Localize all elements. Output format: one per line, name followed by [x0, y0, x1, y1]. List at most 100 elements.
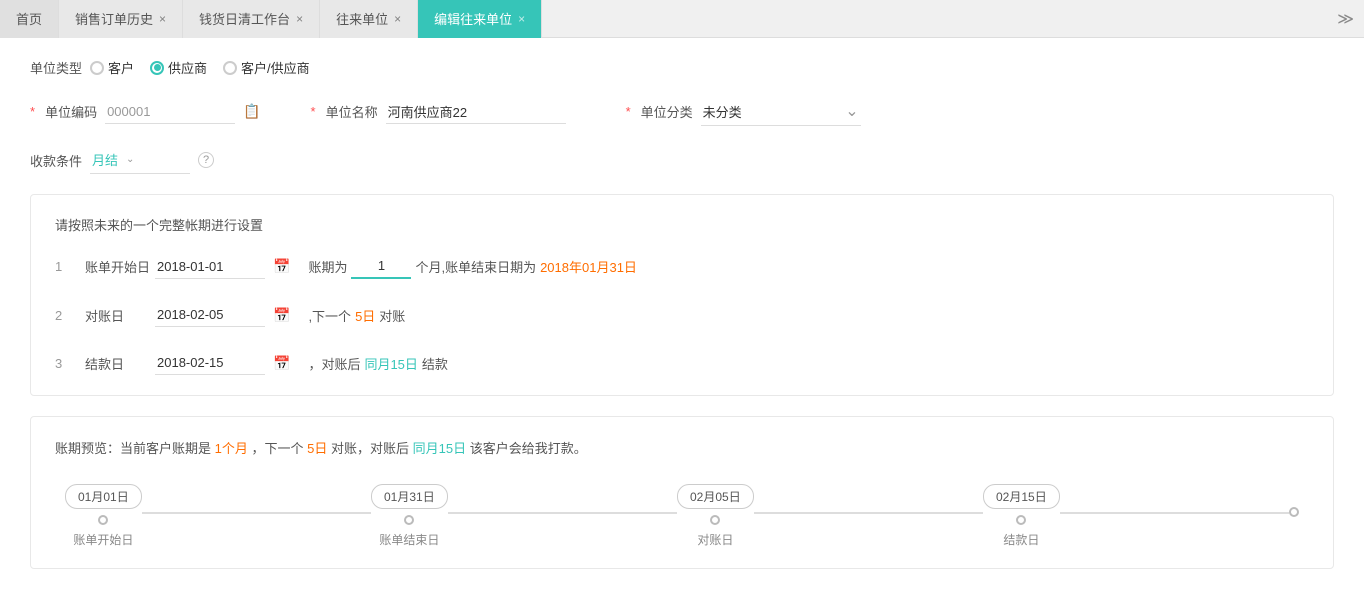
- payment-terms-arrow: ⌄: [126, 154, 134, 165]
- row-3-label: 结款日: [85, 354, 155, 373]
- settings-row-2: 2 对账日 📅 ,下一个 5日 对账: [55, 303, 1309, 327]
- unit-type-field: 单位类型 客户 供应商 客户/供应商: [30, 58, 310, 77]
- row-3-date-input[interactable]: [155, 351, 265, 375]
- tab-edit-partner-label: 编辑往来单位: [434, 9, 512, 28]
- period-input[interactable]: [351, 254, 411, 279]
- payment-terms-value: 月结: [92, 150, 118, 169]
- row-3-description: ，对账后 同月15日 结款: [308, 354, 448, 373]
- unit-category-label: 单位分类: [641, 102, 693, 121]
- unit-category-chevron: ⌄: [845, 101, 858, 121]
- preview-section: 账期预览：当前客户账期是 1个月 ，下一个 5日 对账，对账后 同月15日 该客…: [30, 416, 1334, 569]
- preview-highlight1: 1个月: [215, 441, 248, 456]
- timeline-node-3: 02月05日 对账日: [677, 484, 754, 548]
- row-1-desc-prefix: 账期为: [308, 257, 347, 276]
- timeline-line-end: [1060, 512, 1289, 514]
- tab-home[interactable]: 首页: [0, 0, 59, 38]
- payment-terms-label: 收款条件: [30, 151, 82, 170]
- row-1-label: 账单开始日: [85, 257, 155, 276]
- row-2-date-input[interactable]: [155, 303, 265, 327]
- timeline-line-1: [142, 512, 371, 514]
- timeline-label-4: 结款日: [1003, 531, 1039, 548]
- row-3-calendar-icon[interactable]: 📅: [273, 355, 290, 372]
- row-1-calendar-icon[interactable]: 📅: [273, 258, 290, 275]
- unit-name-input[interactable]: [386, 100, 566, 124]
- tab-sales-history[interactable]: 销售订单历史 ×: [59, 0, 183, 38]
- timeline-node-2: 01月31日 账单结束日: [371, 484, 448, 548]
- tab-cash-work-close[interactable]: ×: [296, 12, 303, 26]
- row-3-desc-prefix: ，对账后: [308, 354, 360, 373]
- timeline-badge-1: 01月01日: [65, 484, 142, 509]
- radio-customer[interactable]: 客户: [90, 58, 134, 77]
- row-2-highlight: 5日: [355, 306, 375, 325]
- help-icon[interactable]: ?: [198, 152, 214, 168]
- timeline-line-3: [754, 512, 983, 514]
- unit-code-icon[interactable]: 📋: [243, 103, 260, 120]
- radio-customer-circle: [90, 61, 104, 75]
- row-3-highlight: 同月15日: [364, 354, 417, 373]
- tab-home-label: 首页: [16, 9, 42, 28]
- tab-sales-history-close[interactable]: ×: [159, 12, 166, 26]
- timeline-line-2: [448, 512, 677, 514]
- radio-supplier[interactable]: 供应商: [150, 58, 207, 77]
- unit-type-label: 单位类型: [30, 58, 82, 77]
- unit-category-select[interactable]: 未分类 ⌄: [701, 97, 861, 126]
- radio-supplier-label: 供应商: [168, 58, 207, 77]
- main-content: 单位类型 客户 供应商 客户/供应商 * 单位编码: [0, 38, 1364, 608]
- payment-terms-select[interactable]: 月结 ⌄: [90, 146, 190, 174]
- timeline-node-4: 02月15日 结款日: [983, 484, 1060, 548]
- timeline-end-dot: [1289, 507, 1299, 517]
- preview-middle1: ，下一个: [252, 441, 304, 456]
- row-1-description: 账期为 个月,账单结束日期为 2018年01月31日: [308, 254, 636, 279]
- unit-code-field: * 单位编码 📋: [30, 100, 261, 124]
- tab-edit-partner-close[interactable]: ×: [518, 12, 525, 26]
- row-1-date-input[interactable]: [155, 255, 265, 279]
- preview-prefix: 账期预览：当前客户账期是: [55, 441, 211, 456]
- unit-info-row: * 单位编码 📋 * 单位名称 * 单位分类 未分类 ⌄: [30, 97, 1334, 126]
- timeline-badge-3: 02月05日: [677, 484, 754, 509]
- radio-group: 客户 供应商 客户/供应商: [90, 58, 310, 77]
- preview-middle2: 对账，对账后: [331, 441, 409, 456]
- expand-button[interactable]: ≫: [1327, 0, 1364, 38]
- radio-both-circle: [223, 61, 237, 75]
- unit-type-row: 单位类型 客户 供应商 客户/供应商: [30, 58, 1334, 77]
- settings-row-3: 3 结款日 📅 ，对账后 同月15日 结款: [55, 351, 1309, 375]
- row-1-desc-suffix: 个月,账单结束日期为: [415, 257, 536, 276]
- preview-text: 账期预览：当前客户账期是 1个月 ，下一个 5日 对账，对账后 同月15日 该客…: [55, 437, 1309, 460]
- radio-supplier-circle: [150, 61, 164, 75]
- tab-bar: 首页 销售订单历史 × 钱货日清工作台 × 往来单位 × 编辑往来单位 × ≫: [0, 0, 1364, 38]
- timeline-dot-4: [1016, 515, 1026, 525]
- unit-code-star: *: [30, 104, 35, 119]
- row-2-number: 2: [55, 308, 85, 323]
- tab-cash-work[interactable]: 钱货日清工作台 ×: [183, 0, 320, 38]
- tab-cash-work-label: 钱货日清工作台: [199, 9, 290, 28]
- tab-sales-history-label: 销售订单历史: [75, 9, 153, 28]
- unit-category-value: 未分类: [703, 102, 742, 121]
- preview-highlight2: 5日: [307, 441, 327, 456]
- tab-partner[interactable]: 往来单位 ×: [320, 0, 418, 38]
- row-2-calendar-icon[interactable]: 📅: [273, 307, 290, 324]
- tab-partner-close[interactable]: ×: [394, 12, 401, 26]
- timeline-dot-2: [404, 515, 414, 525]
- unit-category-star: *: [626, 104, 631, 119]
- row-2-description: ,下一个 5日 对账: [308, 306, 405, 325]
- timeline-badge-2: 01月31日: [371, 484, 448, 509]
- radio-both-label: 客户/供应商: [241, 58, 310, 77]
- radio-customer-label: 客户: [108, 58, 134, 77]
- tab-partner-label: 往来单位: [336, 9, 388, 28]
- payment-terms-row: 收款条件 月结 ⌄ ?: [30, 146, 1334, 174]
- payment-terms-field: 收款条件 月结 ⌄ ?: [30, 146, 214, 174]
- timeline-dot-1: [98, 515, 108, 525]
- row-3-number: 3: [55, 356, 85, 371]
- unit-category-field: * 单位分类 未分类 ⌄: [626, 97, 861, 126]
- tab-edit-partner[interactable]: 编辑往来单位 ×: [418, 0, 542, 38]
- radio-both[interactable]: 客户/供应商: [223, 58, 310, 77]
- row-1-highlight: 2018年01月31日: [540, 257, 637, 276]
- unit-name-star: *: [311, 104, 316, 119]
- row-1-number: 1: [55, 259, 85, 274]
- timeline: 01月01日 账单开始日 01月31日 账单结束日 02月05日: [65, 484, 1299, 548]
- row-2-desc-prefix: ,下一个: [308, 306, 351, 325]
- row-3-desc-suffix: 结款: [422, 354, 448, 373]
- timeline-container: 01月01日 账单开始日 01月31日 账单结束日 02月05日: [55, 484, 1309, 548]
- unit-code-input[interactable]: [105, 100, 235, 124]
- preview-suffix: 该客户会给我打款。: [470, 441, 587, 456]
